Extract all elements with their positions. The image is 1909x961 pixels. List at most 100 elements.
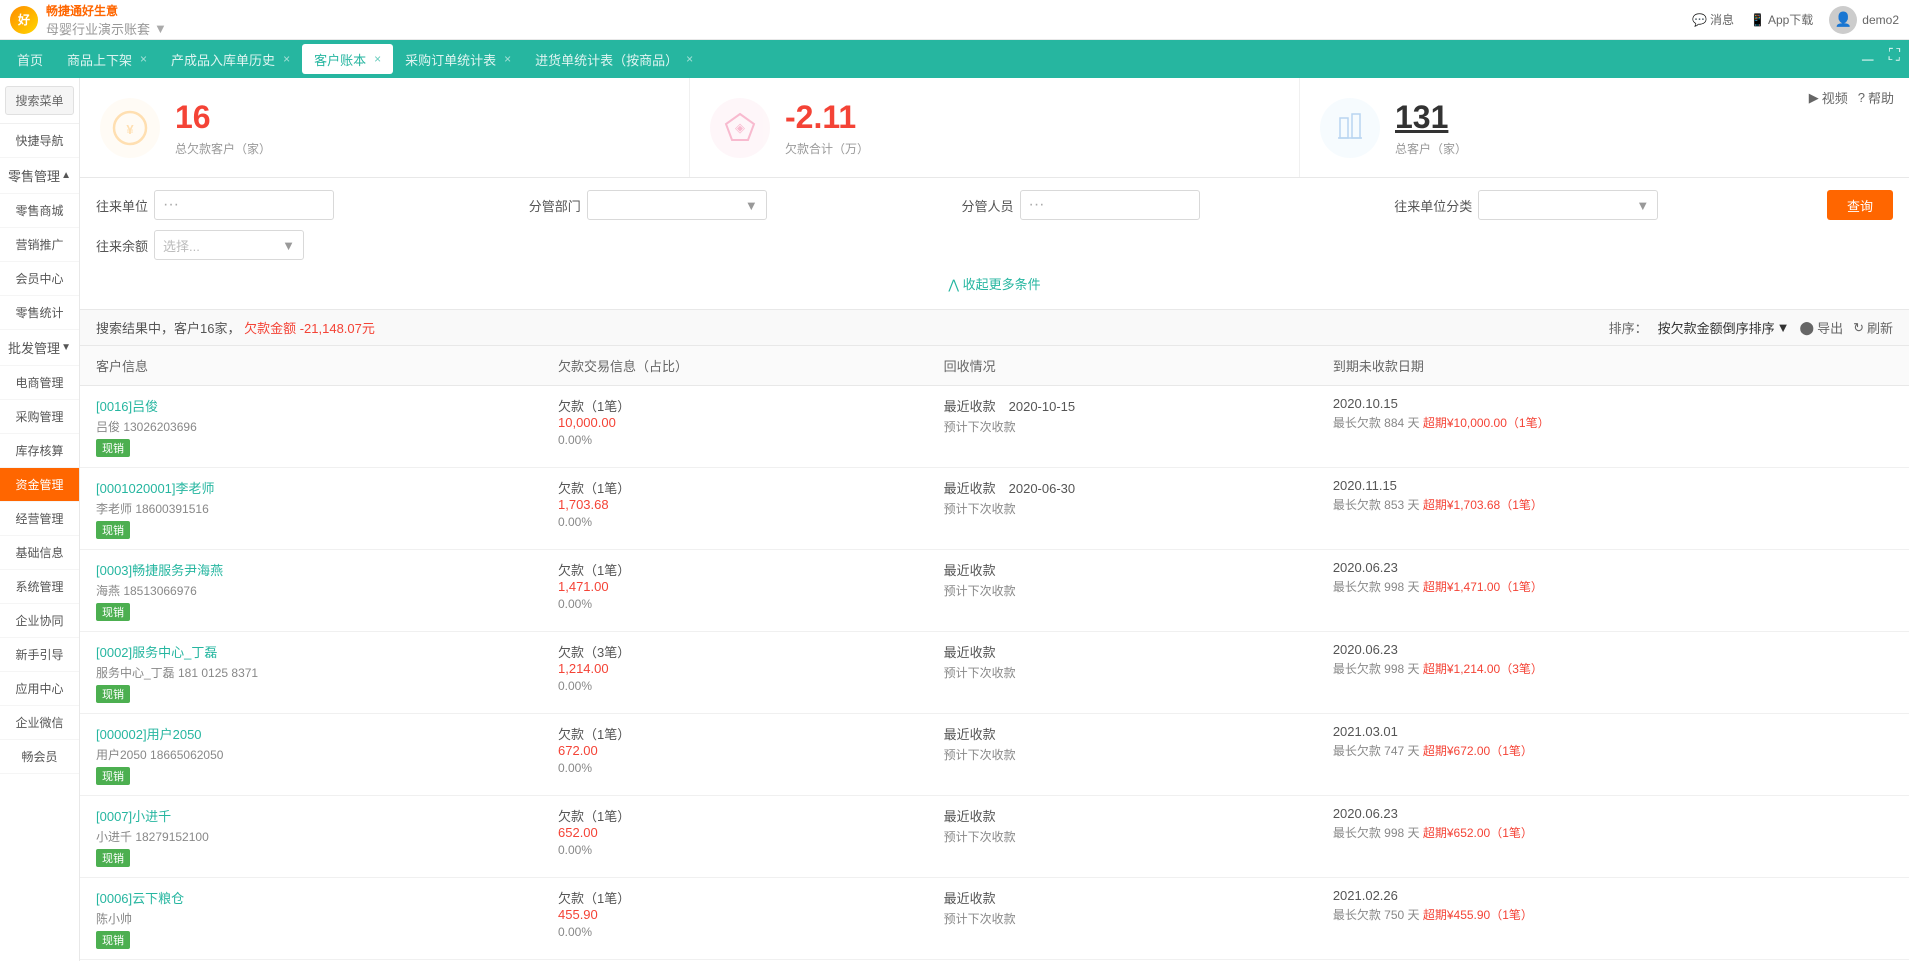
content-area: ¥ 16 总欠款客户（家） ◈ -2.11 欠款合计（ [80,78,1909,961]
sidebar-item-retail-mall[interactable]: 零售商城 [0,194,79,228]
td-customer-info-6: [0006]云下粮仓 陈小帅 现销 [80,878,542,960]
debt-count-1: 欠款（1笔） [558,478,912,497]
sidebar-item-finance[interactable]: 资金管理 [0,468,79,502]
tab-production[interactable]: 产成品入库单历史 × [159,44,302,74]
overdue-amount-4[interactable]: 超期¥672.00（1笔） [1423,744,1533,758]
tab-close-import[interactable]: × [686,52,693,66]
customer-name-0[interactable]: [0016]吕俊 [96,396,526,415]
collapse-btn: 收起更多条件 [963,277,1041,292]
sidebar-item-vip[interactable]: 畅会员 [0,740,79,774]
tab-customer-account[interactable]: 客户账本 × [302,44,393,74]
stat-icon-yuan: ¥ [100,98,160,158]
store-dropdown-icon[interactable]: ▼ [154,21,167,36]
table-row: [0007]小进千 小进千 18279152100 现销 欠款（1笔） 652.… [80,796,1909,878]
customer-name-4[interactable]: [000002]用户2050 [96,724,526,743]
video-icon: ▶ [1809,90,1819,106]
sidebar-item-inventory[interactable]: 库存核算 [0,434,79,468]
message-icon: 💬 [1692,13,1707,27]
sidebar-item-enterprise-coop[interactable]: 企业协同 [0,604,79,638]
sidebar-item-basic-info[interactable]: 基础信息 [0,536,79,570]
customer-sub-5: 小进千 18279152100 [96,828,526,845]
sidebar-item-operation[interactable]: 经营管理 [0,502,79,536]
tab-import-stats[interactable]: 进货单统计表（按商品） × [523,44,705,74]
table-body: [0016]吕俊 吕俊 13026203696 现销 欠款（1笔） 10,000… [80,386,1909,961]
search-menu-btn[interactable]: 搜索菜单 [5,86,74,115]
tab-close-goods[interactable]: × [140,52,147,66]
sidebar-item-retail-mgmt[interactable]: 零售管理 ▲ [0,158,79,194]
user-avatar-area[interactable]: 👤 demo2 [1829,6,1899,34]
sidebar-item-quick-nav[interactable]: 快捷导航 [0,124,79,158]
filter-category: 往来单位分类 ▼ [1394,190,1817,220]
table-row: [0001020001]李老师 李老师 18600391516 现销 欠款（1笔… [80,468,1909,550]
sidebar-item-retail-stats[interactable]: 零售统计 [0,296,79,330]
debt-total-label: 欠款合计（万） [785,140,869,157]
debt-amount-1: 1,703.68 [558,497,912,512]
logo-area: 好 畅捷通好生意 母婴行业演示账套 ▼ [10,2,167,38]
filter-manager: 分管人员 ··· [962,190,1385,220]
username: demo2 [1862,13,1899,27]
overdue-amount-2[interactable]: 超期¥1,471.00（1笔） [1423,580,1543,594]
help-btn[interactable]: ? 帮助 [1858,88,1894,107]
debt-count-5: 欠款（1笔） [558,806,912,825]
sidebar-item-new-guide[interactable]: 新手引导 [0,638,79,672]
customer-name-5[interactable]: [0007]小进千 [96,806,526,825]
balance-select[interactable]: 选择... ▼ [154,230,304,260]
sidebar-item-app-center[interactable]: 应用中心 [0,672,79,706]
category-select[interactable]: ▼ [1478,190,1658,220]
tab-close-customer[interactable]: × [374,52,381,66]
customer-name-6[interactable]: [0006]云下粮仓 [96,888,526,907]
results-bar: 搜索结果中，客户16家， 欠款金额 -21,148.07元 排序： 按欠款金额倒… [80,310,1909,346]
supplier-input[interactable]: ··· [154,190,334,220]
customer-name-2[interactable]: [0003]畅捷服务尹海燕 [96,560,526,579]
avatar: 👤 [1829,6,1857,34]
tab-minimize-btn[interactable]: － [1856,45,1880,73]
tab-home[interactable]: 首页 [5,44,55,74]
refresh-btn[interactable]: ↻ 刷新 [1853,318,1893,337]
app-name: 畅捷通好生意 [46,2,167,19]
results-amount: 欠款金额 -21,148.07元 [244,321,375,336]
customer-tag-2: 现销 [96,603,130,621]
main-layout: 搜索菜单 快捷导航 零售管理 ▲ 零售商城 营销推广 会员中心 零售统计 批发管… [0,78,1909,961]
tab-close-production[interactable]: × [283,52,290,66]
tab-maximize-btn[interactable]: ⛶ [1885,45,1904,73]
overdue-amount-6[interactable]: 超期¥455.90（1笔） [1423,908,1533,922]
next-payment-2: 预计下次收款 [944,582,1301,599]
overdue-amount-1[interactable]: 超期¥1,703.68（1笔） [1423,498,1543,512]
sidebar-item-system[interactable]: 系统管理 [0,570,79,604]
export-btn[interactable]: ⬤ 导出 [1800,318,1844,337]
debt-ratio-1: 0.00% [558,515,912,529]
manager-input[interactable]: ··· [1020,190,1200,220]
dept-select[interactable]: ▼ [587,190,767,220]
td-due-date-0: 2020.10.15 最长欠款 884 天 超期¥10,000.00（1笔） [1317,386,1909,468]
app-download-btn[interactable]: 📱 App下载 [1750,11,1813,28]
debt-ratio-6: 0.00% [558,925,912,939]
message-btn[interactable]: 💬 消息 [1692,11,1734,28]
video-btn[interactable]: ▶ 视频 [1809,88,1848,107]
chevron-down-icon: ▲ [61,170,71,181]
tab-purchase-order[interactable]: 采购订单统计表 × [393,44,523,74]
sidebar-item-enterprise-wechat[interactable]: 企业微信 [0,706,79,740]
search-btn[interactable]: 查询 [1827,190,1893,220]
sidebar-item-ecommerce[interactable]: 电商管理 [0,366,79,400]
sidebar-item-member-center[interactable]: 会员中心 [0,262,79,296]
td-debt-4: 欠款（1笔） 672.00 0.00% [542,714,928,796]
sidebar-item-batch-mgmt[interactable]: 批发管理 ▼ [0,330,79,366]
sidebar-item-purchase-mgmt[interactable]: 采购管理 [0,400,79,434]
latest-payment-5: 最近收款 [944,806,1301,825]
overdue-amount-3[interactable]: 超期¥1,214.00（3笔） [1423,662,1543,676]
stat-icon-diamond: ◈ [710,98,770,158]
sidebar-item-marketing[interactable]: 营销推广 [0,228,79,262]
tab-goods[interactable]: 商品上下架 × [55,44,159,74]
dept-dropdown-icon: ▼ [745,198,758,213]
debt-ratio-3: 0.00% [558,679,912,693]
balance-dropdown-icon: ▼ [282,238,295,253]
collapse-row[interactable]: ⋀ 收起更多条件 [96,270,1893,297]
tab-close-purchase[interactable]: × [504,52,511,66]
customer-name-1[interactable]: [0001020001]李老师 [96,478,526,497]
sort-value-btn[interactable]: 按欠款金额倒序排序 ▼ [1658,318,1790,337]
overdue-amount-5[interactable]: 超期¥652.00（1笔） [1423,826,1533,840]
overdue-amount-0[interactable]: 超期¥10,000.00（1笔） [1423,416,1550,430]
td-due-date-5: 2020.06.23 最长欠款 998 天 超期¥652.00（1笔） [1317,796,1909,878]
customer-name-3[interactable]: [0002]服务中心_丁磊 [96,642,526,661]
td-recovery-3: 最近收款 预计下次收款 [928,632,1317,714]
